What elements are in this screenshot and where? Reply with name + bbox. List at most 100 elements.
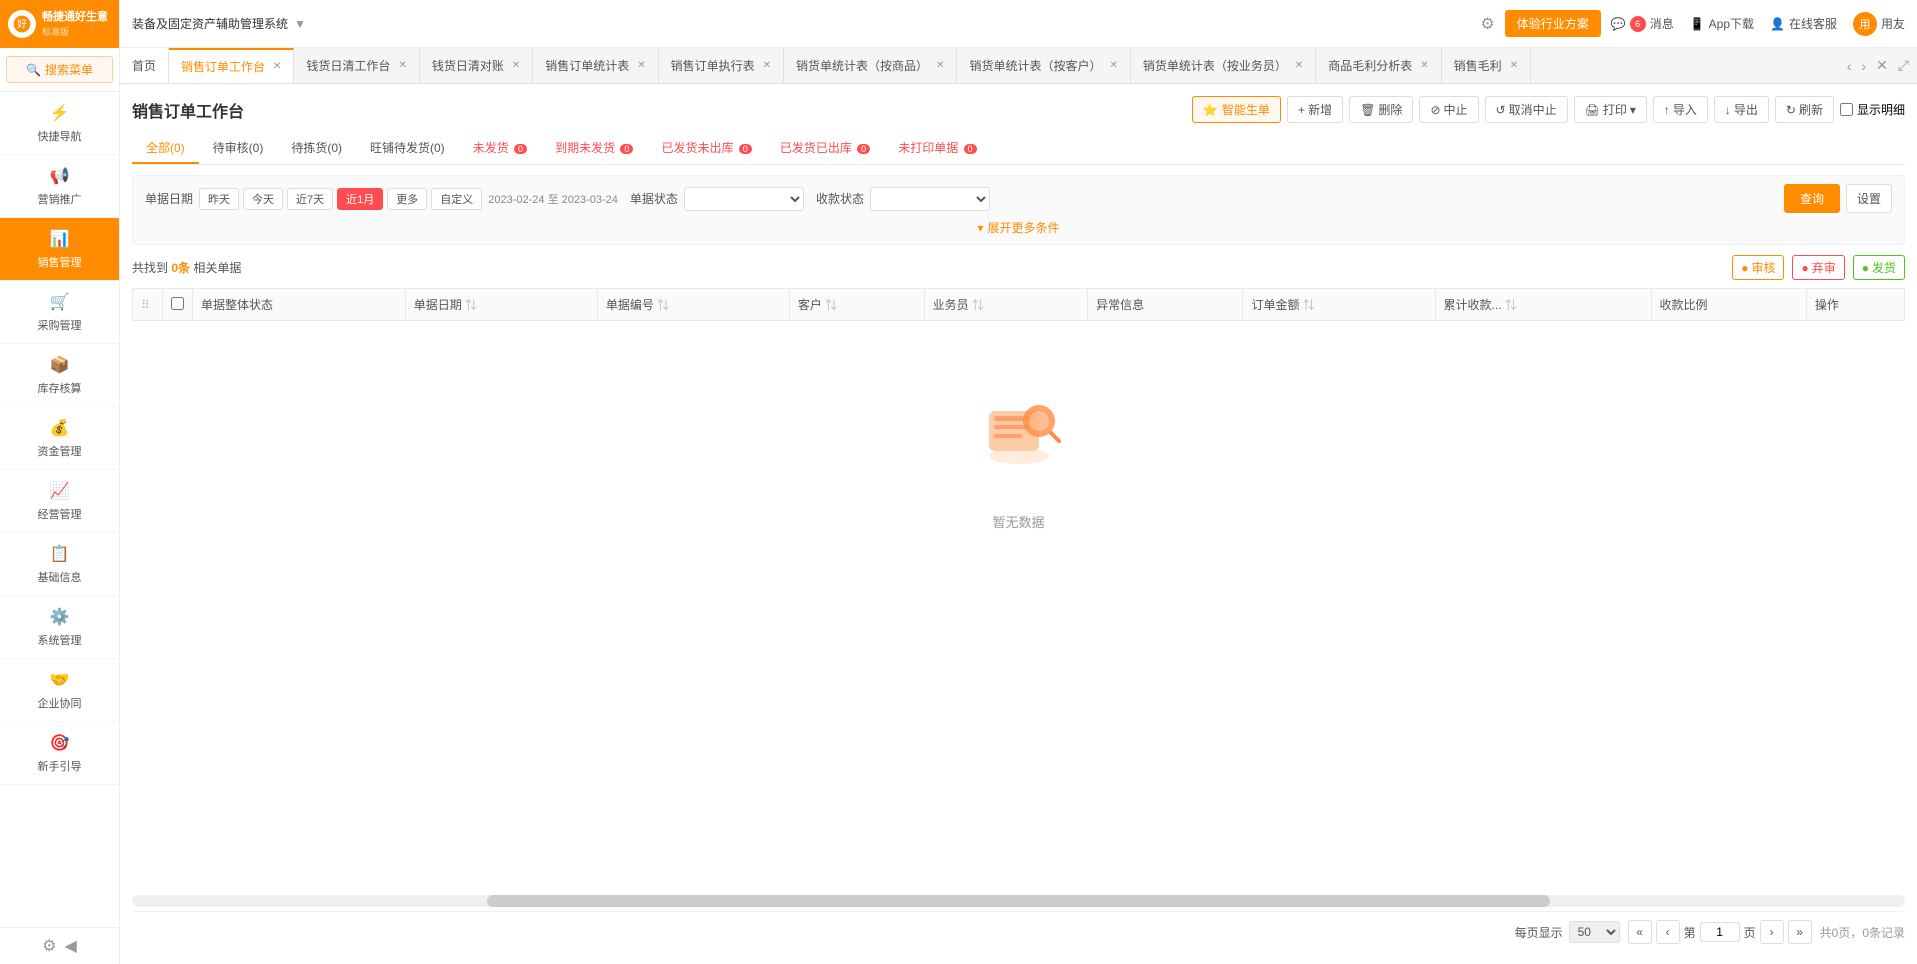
export-button[interactable]: ↓ 导出 <box>1714 96 1769 123</box>
online-service-button[interactable]: 👤 在线客服 <box>1770 15 1837 32</box>
collapse-button[interactable]: ◀ <box>65 936 77 956</box>
tab-nav-prev[interactable]: ‹ <box>1843 56 1856 76</box>
select-all-checkbox[interactable] <box>171 297 184 310</box>
sort-received-icon[interactable]: ⇅ <box>1505 298 1517 312</box>
message-button[interactable]: 💬 6 消息 <box>1611 15 1674 32</box>
th-date[interactable]: 单据日期 ⇅ <box>405 289 597 321</box>
tab-close-sales-summary-staff[interactable]: ✕ <box>1295 60 1303 71</box>
sidebar-item-system[interactable]: ⚙️ 系统管理 <box>0 596 119 659</box>
tab-sales-summary-product[interactable]: 销货单统计表（按商品） ✕ <box>784 48 957 84</box>
filter-status-select[interactable] <box>684 187 804 211</box>
tab-home[interactable]: 首页 <box>120 48 169 84</box>
tab-sales-profit[interactable]: 销售毛利 ✕ <box>1442 48 1531 84</box>
search-menu-button[interactable]: 🔍 搜索菜单 <box>6 56 113 83</box>
import-button[interactable]: ↑ 导入 <box>1653 96 1708 123</box>
sort-customer-icon[interactable]: ⇅ <box>825 298 837 312</box>
subtab-overdue-not-shipped[interactable]: 到期未发货 0 <box>541 133 647 164</box>
filter-expand-button[interactable]: ▾ 展开更多条件 <box>145 219 1892 236</box>
sidebar-item-basic[interactable]: 📋 基础信息 <box>0 533 119 596</box>
tab-goods-margin[interactable]: 商品毛利分析表 ✕ <box>1316 48 1441 84</box>
filter-date-more[interactable]: 更多 <box>387 188 427 210</box>
sort-staff-icon[interactable]: ⇅ <box>972 298 984 312</box>
filter-date-last7[interactable]: 近7天 <box>287 188 333 210</box>
show-detail-checkbox-container[interactable]: 显示明细 <box>1840 101 1905 118</box>
th-check[interactable] <box>163 289 193 321</box>
show-detail-checkbox[interactable] <box>1840 103 1853 116</box>
tab-close-sales-exec[interactable]: ✕ <box>763 60 771 71</box>
filter-date-custom[interactable]: 自定义 <box>431 188 482 210</box>
th-amount[interactable]: 订单金额 ⇅ <box>1243 289 1435 321</box>
th-number[interactable]: 单据编号 ⇅ <box>597 289 789 321</box>
system-title-dropdown-icon[interactable]: ▼ <box>294 17 306 31</box>
sidebar-item-purchase[interactable]: 🛒 采购管理 <box>0 281 119 344</box>
search-button[interactable]: 查询 <box>1784 184 1840 213</box>
horizontal-scrollbar[interactable] <box>132 895 1905 907</box>
user-menu[interactable]: 用 用友 <box>1853 12 1905 36</box>
tab-maximize[interactable]: ⤢ <box>1894 55 1913 76</box>
sort-number-icon[interactable]: ⇅ <box>657 298 669 312</box>
tab-sales-stats[interactable]: 销售订单统计表 ✕ <box>533 48 658 84</box>
th-staff[interactable]: 业务员 ⇅ <box>924 289 1087 321</box>
tab-sales-summary-customer[interactable]: 销货单统计表（按客户） ✕ <box>957 48 1130 84</box>
next-page-button[interactable]: › <box>1760 920 1784 944</box>
subtab-shipped-out[interactable]: 已发货已出库 0 <box>766 133 884 164</box>
first-page-button[interactable]: « <box>1628 920 1652 944</box>
tab-close-goods-margin[interactable]: ✕ <box>1420 60 1428 71</box>
tab-close-sales-stats[interactable]: ✕ <box>637 60 645 71</box>
tab-close-sales-profit[interactable]: ✕ <box>1510 60 1518 71</box>
filter-date-last1m[interactable]: 近1月 <box>337 188 383 210</box>
app-download-button[interactable]: 📱 App下载 <box>1690 15 1754 32</box>
refresh-button[interactable]: ↻ 刷新 <box>1775 96 1834 123</box>
settings-bottom-button[interactable]: ⚙ <box>42 936 56 956</box>
ship-button[interactable]: ● 发货 <box>1853 255 1905 280</box>
th-received[interactable]: 累计收款... ⇅ <box>1435 289 1651 321</box>
sidebar-item-operation[interactable]: 📈 经营管理 <box>0 470 119 533</box>
table-scroll-area[interactable]: ⠿ 单据整体状态 单据日期 ⇅ 单据编号 <box>132 288 1905 891</box>
sidebar-item-guide[interactable]: 🎯 新手引导 <box>0 722 119 785</box>
tab-cash-daily[interactable]: 钱货日清工作台 ✕ <box>294 48 419 84</box>
sidebar-item-cooperation[interactable]: 🤝 企业协同 <box>0 659 119 722</box>
solution-button[interactable]: 体验行业方案 <box>1505 10 1601 37</box>
prev-page-button[interactable]: ‹ <box>1656 920 1680 944</box>
subtab-shipped-not-in[interactable]: 已发货未出库 0 <box>647 133 765 164</box>
tab-cash-reconcile[interactable]: 钱货日清对账 ✕ <box>420 48 533 84</box>
th-customer[interactable]: 客户 ⇅ <box>789 289 924 321</box>
cancel-stop-button[interactable]: ↺ 取消中止 <box>1485 96 1568 123</box>
subtab-not-printed[interactable]: 未打印单据 0 <box>884 133 990 164</box>
sidebar-item-inventory[interactable]: 📦 库存核算 <box>0 344 119 407</box>
stop-button[interactable]: ⊘ 中止 <box>1419 96 1478 123</box>
subtab-not-shipped[interactable]: 未发货 0 <box>459 133 541 164</box>
sort-date-icon[interactable]: ⇅ <box>465 298 477 312</box>
subtab-pending-inspection[interactable]: 待拣货(0) <box>277 133 356 164</box>
tab-nav-next[interactable]: › <box>1857 56 1870 76</box>
filter-payment-select[interactable] <box>870 187 990 211</box>
topbar-settings-icon[interactable]: ⚙ <box>1480 14 1494 34</box>
delete-button[interactable]: 🗑 删除 <box>1349 96 1413 123</box>
tab-close-cash-reconcile[interactable]: ✕ <box>512 60 520 71</box>
page-size-select[interactable]: 10 20 50 100 <box>1569 921 1620 943</box>
filter-date-today[interactable]: 今天 <box>243 188 283 210</box>
approve-button[interactable]: ● 审核 <box>1732 255 1784 280</box>
subtab-wangpu-pending[interactable]: 旺铺待发货(0) <box>356 133 459 164</box>
filter-settings-button[interactable]: 设置 <box>1846 184 1892 213</box>
last-page-button[interactable]: » <box>1788 920 1812 944</box>
sidebar-item-sales[interactable]: 📊 销售管理 <box>0 218 119 281</box>
sidebar-item-quick-nav[interactable]: ⚡ 快捷导航 <box>0 92 119 155</box>
tab-sales-summary-staff[interactable]: 销货单统计表（按业务员） ✕ <box>1131 48 1316 84</box>
smart-create-button[interactable]: ⭐ 智能生单 <box>1192 96 1281 123</box>
tab-sales-exec[interactable]: 销售订单执行表 ✕ <box>659 48 784 84</box>
tab-sales-workbench[interactable]: 销售订单工作台 ✕ <box>169 48 294 84</box>
tab-close-cash-daily[interactable]: ✕ <box>398 60 406 71</box>
sidebar-item-finance[interactable]: 💰 资金管理 <box>0 407 119 470</box>
reject-button[interactable]: ● 弃审 <box>1792 255 1844 280</box>
sidebar-item-marketing[interactable]: 📢 营销推广 <box>0 155 119 218</box>
add-button[interactable]: + 新增 <box>1287 96 1343 123</box>
print-button[interactable]: 🖨 打印 ▾ <box>1574 96 1647 123</box>
page-input[interactable] <box>1700 922 1740 942</box>
tab-close-all[interactable]: ✕ <box>1872 55 1892 76</box>
tab-close-sales-workbench[interactable]: ✕ <box>273 61 281 72</box>
subtab-all[interactable]: 全部(0) <box>132 133 199 164</box>
tab-close-sales-summary-product[interactable]: ✕ <box>936 60 944 71</box>
subtab-pending-review[interactable]: 待审核(0) <box>199 133 278 164</box>
filter-date-yesterday[interactable]: 昨天 <box>199 188 239 210</box>
